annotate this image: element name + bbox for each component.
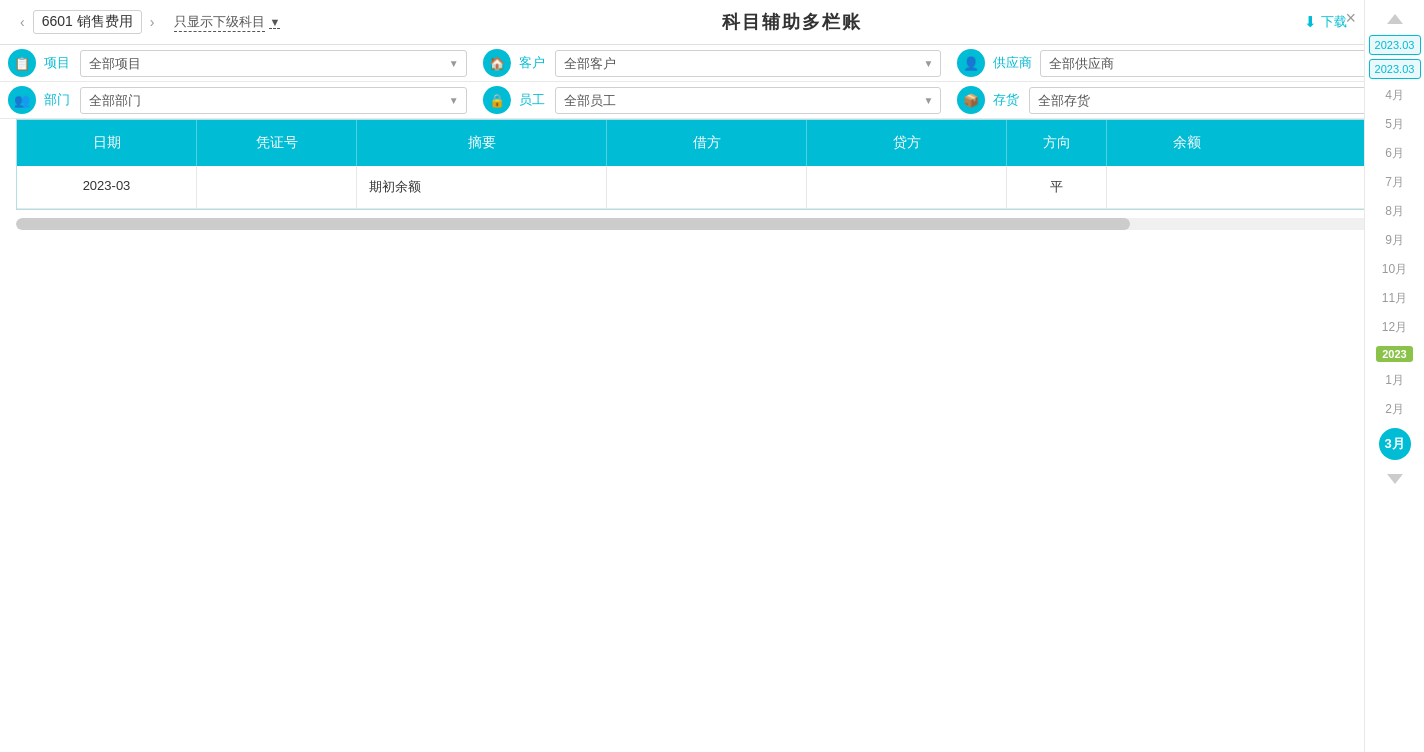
inventory-select[interactable]: 全部存货 [1029,87,1416,114]
timeline-month-6[interactable]: 6月 [1365,139,1424,168]
prev-account-button[interactable]: ‹ [16,12,29,32]
scrollbar-thumb [16,218,1130,230]
col-date: 日期 [17,120,197,166]
table-area: 日期 凭证号 摘要 借方 贷方 方向 余额 2023-03 期初余额 平 [0,119,1424,230]
employee-filter: 🔒 员工 全部员工 ▼ [475,82,950,118]
svg-marker-1 [1387,474,1403,484]
filter-row-1: 📋 项目 全部项目 ▼ 🏠 客户 全部客户 ▼ [0,45,1424,82]
supplier-icon: 👤 [957,49,985,77]
cell-direction: 平 [1007,166,1107,208]
main-content: 日期 凭证号 摘要 借方 贷方 方向 余额 2023-03 期初余额 平 [0,119,1424,230]
account-code-text: 6601 销售费用 [33,10,142,34]
timeline-month-12[interactable]: 12月 [1365,313,1424,342]
customer-select[interactable]: 全部客户 [555,50,942,77]
cell-credit [807,166,1007,208]
department-select-wrapper: 全部部门 ▼ [80,87,467,114]
col-summary: 摘要 [357,120,607,166]
horizontal-scrollbar[interactable] [16,218,1408,230]
inventory-filter: 📦 存货 全部存货 ▼ [949,82,1424,118]
cell-voucher [197,166,357,208]
inventory-select-wrapper: 全部存货 ▼ [1029,87,1416,114]
timeline-month-1[interactable]: 1月 [1365,366,1424,395]
col-balance: 余额 [1107,120,1267,166]
timeline-month-11[interactable]: 11月 [1365,284,1424,313]
account-code-section: ‹ 6601 销售费用 › [16,10,158,34]
col-direction: 方向 [1007,120,1107,166]
show-sub-accounts[interactable]: 只显示下级科目 ▼ [174,13,280,32]
header-bar: ‹ 6601 销售费用 › 只显示下级科目 ▼ 科目辅助多栏账 ⬇ 下载 🖨 打… [0,0,1424,45]
employee-label: 员工 [519,91,547,109]
timeline-month-10[interactable]: 10月 [1365,255,1424,284]
employee-icon: 🔒 [483,86,511,114]
filter-row-2: 👥 部门 全部部门 ▼ 🔒 员工 全部员工 ▼ [0,82,1424,119]
timeline-month-3-active[interactable]: 3月 [1379,428,1411,460]
employee-select[interactable]: 全部员工 [555,87,942,114]
svg-marker-0 [1387,14,1403,24]
project-filter: 📋 项目 全部项目 ▼ [0,45,475,81]
timeline-item-selected-1[interactable]: 2023.03 [1369,35,1421,55]
department-label: 部门 [44,91,72,109]
col-voucher: 凭证号 [197,120,357,166]
next-account-button[interactable]: › [146,12,159,32]
col-credit: 贷方 [807,120,1007,166]
ledger-table: 日期 凭证号 摘要 借方 贷方 方向 余额 2023-03 期初余额 平 [16,119,1408,210]
department-icon: 👥 [8,86,36,114]
project-icon: 📋 [8,49,36,77]
customer-label: 客户 [519,54,547,72]
timeline-month-4[interactable]: 4月 [1365,81,1424,110]
inventory-icon: 📦 [957,86,985,114]
customer-icon: 🏠 [483,49,511,77]
download-icon: ⬇ [1304,13,1317,31]
timeline-month-5[interactable]: 5月 [1365,110,1424,139]
timeline-month-7[interactable]: 7月 [1365,168,1424,197]
cell-debit [607,166,807,208]
timeline-month-8[interactable]: 8月 [1365,197,1424,226]
show-sub-arrow: ▼ [269,16,280,29]
inventory-label: 存货 [993,91,1021,109]
cell-summary: 期初余额 [357,166,607,208]
supplier-select-wrapper: 全部供应商 ▼ [1040,50,1416,77]
employee-select-wrapper: 全部员工 ▼ [555,87,942,114]
supplier-filter: 👤 供应商 全部供应商 ▼ [949,45,1424,81]
project-select[interactable]: 全部项目 [80,50,467,77]
col-debit: 借方 [607,120,807,166]
cell-date: 2023-03 [17,166,197,208]
supplier-label: 供应商 [993,54,1032,72]
download-button[interactable]: ⬇ 下载 [1304,13,1347,31]
table-header-row: 日期 凭证号 摘要 借方 贷方 方向 余额 [17,120,1407,166]
timeline-up-button[interactable] [1387,8,1403,29]
main-window: × ‹ 6601 销售费用 › 只显示下级科目 ▼ 科目辅助多栏账 ⬇ 下载 🖨… [0,0,1424,752]
timeline-item-selected-2[interactable]: 2023.03 [1369,59,1421,79]
table-row: 2023-03 期初余额 平 [17,166,1407,209]
department-filter: 👥 部门 全部部门 ▼ [0,82,475,118]
supplier-select[interactable]: 全部供应商 [1040,50,1416,77]
cell-balance [1107,166,1267,208]
timeline-panel: 2023.03 2023.03 4月 5月 6月 7月 8月 9月 10月 11… [1364,0,1424,752]
department-select[interactable]: 全部部门 [80,87,467,114]
project-select-wrapper: 全部项目 ▼ [80,50,467,77]
page-title: 科目辅助多栏账 [280,10,1304,34]
show-sub-label: 只显示下级科目 [174,13,265,32]
timeline-down-button[interactable] [1387,468,1403,489]
project-label: 项目 [44,54,72,72]
timeline-month-9[interactable]: 9月 [1365,226,1424,255]
timeline-year-badge: 2023 [1376,346,1412,362]
customer-filter: 🏠 客户 全部客户 ▼ [475,45,950,81]
close-button[interactable]: × [1345,8,1356,29]
timeline-month-2[interactable]: 2月 [1365,395,1424,424]
customer-select-wrapper: 全部客户 ▼ [555,50,942,77]
